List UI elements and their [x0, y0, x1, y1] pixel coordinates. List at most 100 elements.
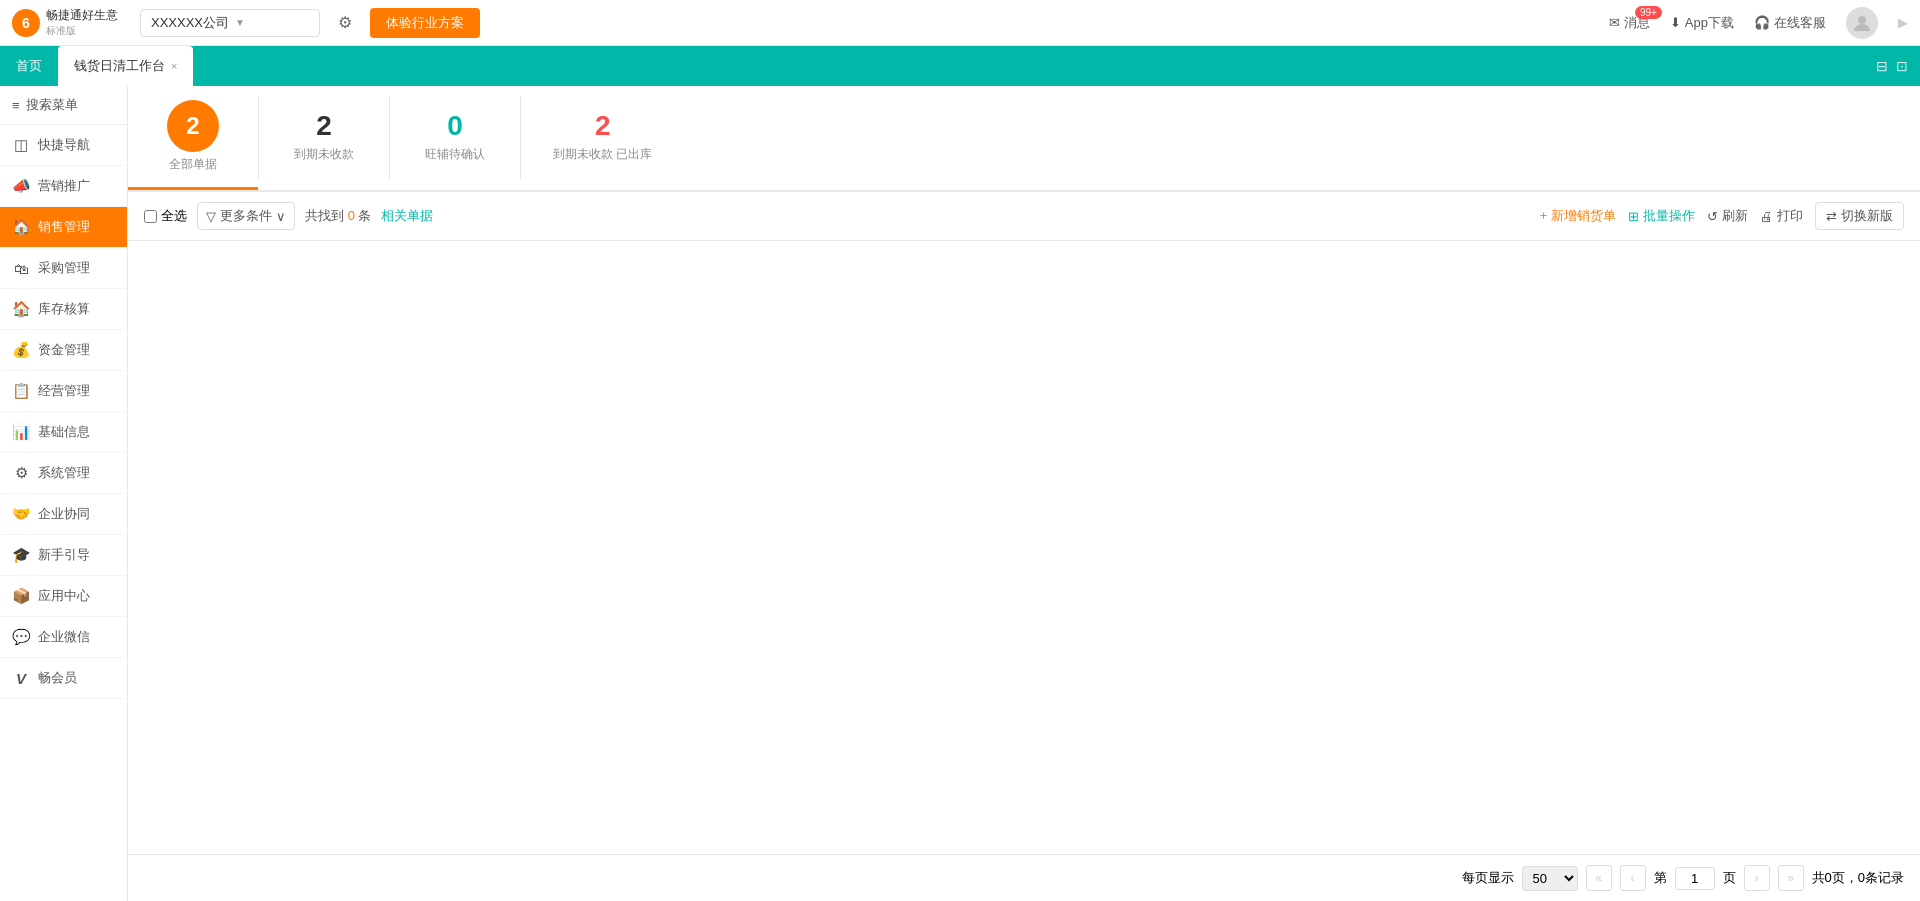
found-text: 共找到 0 条	[305, 207, 371, 225]
switch-version-button[interactable]: ⇄ 切换新版	[1815, 202, 1904, 230]
cooperation-icon: 🤝	[12, 505, 30, 523]
filter-button[interactable]: ▽ 更多条件 ∨	[197, 202, 295, 230]
finance-icon: 💰	[12, 341, 30, 359]
maximize-icon[interactable]: ⊡	[1896, 58, 1908, 74]
sidebar-item-basics[interactable]: 📊 基础信息	[0, 412, 127, 453]
toolbar: 全选 ▽ 更多条件 ∨ 共找到 0 条 相关单据 + 新增销货单 ⊞ 批	[128, 192, 1920, 241]
table-area	[128, 241, 1920, 854]
sidebar-item-cooperation[interactable]: 🤝 企业协同	[0, 494, 127, 535]
stat-pending-number: 0	[447, 110, 463, 142]
logo-area: 6 畅捷通好生意 标准版	[12, 8, 140, 37]
sidebar-item-guide[interactable]: 🎓 新手引导	[0, 535, 127, 576]
first-page-button[interactable]: «	[1586, 865, 1612, 891]
content-area: 2 全部单据 2 到期未收款 0 旺辅待确认 2 到期未收款 已出库	[128, 86, 1920, 901]
print-button[interactable]: 🖨 打印	[1760, 207, 1803, 225]
logo-text: 畅捷通好生意 标准版	[46, 8, 118, 37]
toolbar-left: 全选 ▽ 更多条件 ∨ 共找到 0 条 相关单据	[144, 202, 433, 230]
sidebar-search[interactable]: ≡ 搜索菜单	[0, 86, 127, 125]
trial-button[interactable]: 体验行业方案	[370, 8, 480, 38]
page-size-select[interactable]: 50 100 200	[1522, 866, 1578, 891]
page-input[interactable]	[1675, 867, 1715, 890]
batch-icon: ⊞	[1628, 209, 1639, 224]
purchase-icon: 🛍	[12, 260, 30, 277]
header-right: ✉ 消息 99+ ⬇ App下载 🎧 在线客服 ▶	[1609, 7, 1908, 39]
message-icon: ✉	[1609, 15, 1620, 30]
app-center-icon: 📦	[12, 587, 30, 605]
next-page-button[interactable]: ›	[1744, 865, 1770, 891]
sidebar-item-wechat[interactable]: 💬 企业微信	[0, 617, 127, 658]
marketing-icon: 📣	[12, 177, 30, 195]
total-label: 共0页，0条记录	[1812, 869, 1904, 887]
sidebar-item-operations[interactable]: 📋 经营管理	[0, 371, 127, 412]
select-all-checkbox[interactable]: 全选	[144, 207, 187, 225]
batch-operation-button[interactable]: ⊞ 批量操作	[1628, 207, 1695, 225]
sidebar-item-system[interactable]: ⚙ 系统管理	[0, 453, 127, 494]
inventory-icon: 🏠	[12, 300, 30, 318]
search-icon: ≡	[12, 98, 20, 113]
stat-all-number: 2	[167, 100, 219, 152]
stat-tab-all[interactable]: 2 全部单据	[128, 86, 258, 190]
guide-icon: 🎓	[12, 546, 30, 564]
stat-overdue-label: 到期未收款	[294, 146, 354, 163]
sidebar-item-purchase[interactable]: 🛍 采购管理	[0, 248, 127, 289]
sidebar-item-member[interactable]: V 畅会员	[0, 658, 127, 699]
stat-overdue-out-number: 2	[595, 110, 611, 142]
tab-right-actions: ⊟ ⊡	[1876, 58, 1920, 74]
tab-close-icon[interactable]: ×	[171, 60, 177, 72]
prev-page-button[interactable]: ‹	[1620, 865, 1646, 891]
operations-icon: 📋	[12, 382, 30, 400]
wechat-icon: 💬	[12, 628, 30, 646]
sidebar-item-quick-nav[interactable]: ◫ 快捷导航	[0, 125, 127, 166]
print-icon: 🖨	[1760, 209, 1773, 224]
toolbar-right: + 新增销货单 ⊞ 批量操作 ↺ 刷新 🖨 打印 ⇄ 切换新版	[1540, 202, 1904, 230]
new-sales-order-button[interactable]: + 新增销货单	[1540, 207, 1616, 225]
sales-icon: 🏠	[12, 218, 30, 236]
avatar[interactable]	[1846, 7, 1878, 39]
top-header: 6 畅捷通好生意 标准版 XXXXXX公司 ▼ ⚙ 体验行业方案 ✉ 消息 99…	[0, 0, 1920, 46]
stats-area: 2 全部单据 2 到期未收款 0 旺辅待确认 2 到期未收款 已出库	[128, 86, 1920, 192]
chevron-down-icon: ▼	[235, 17, 245, 28]
stat-overdue-number: 2	[316, 110, 332, 142]
member-icon: V	[12, 670, 30, 687]
last-page-button[interactable]: »	[1778, 865, 1804, 891]
user-name[interactable]: ▶	[1898, 15, 1908, 30]
svg-point-0	[1858, 16, 1866, 24]
message-button[interactable]: ✉ 消息 99+	[1609, 14, 1650, 32]
sidebar-item-app-center[interactable]: 📦 应用中心	[0, 576, 127, 617]
basics-icon: 📊	[12, 423, 30, 441]
minimize-icon[interactable]: ⊟	[1876, 58, 1888, 74]
tab-home[interactable]: 首页	[0, 46, 58, 86]
chevron-filter-icon: ∨	[276, 209, 286, 224]
stat-overdue-out-label: 到期未收款 已出库	[553, 146, 652, 163]
quick-nav-icon: ◫	[12, 136, 30, 154]
empty-state	[128, 241, 1920, 641]
system-icon: ⚙	[12, 464, 30, 482]
checkbox-input[interactable]	[144, 210, 157, 223]
found-count: 0	[348, 208, 355, 223]
tab-workbench[interactable]: 钱货日清工作台 ×	[58, 46, 193, 86]
switch-icon: ⇄	[1826, 209, 1837, 224]
stat-all-label: 全部单据	[169, 156, 217, 173]
app-download-button[interactable]: ⬇ App下载	[1670, 14, 1734, 32]
refresh-button[interactable]: ↺ 刷新	[1707, 207, 1748, 225]
sidebar-item-finance[interactable]: 💰 资金管理	[0, 330, 127, 371]
online-service-button[interactable]: 🎧 在线客服	[1754, 14, 1826, 32]
sidebar-item-sales[interactable]: 🏠 销售管理	[0, 207, 127, 248]
sidebar-item-marketing[interactable]: 📣 营销推广	[0, 166, 127, 207]
headset-icon: 🎧	[1754, 15, 1770, 30]
sidebar: ≡ 搜索菜单 ◫ 快捷导航 📣 营销推广 🏠 销售管理 🛍 采购管理 🏠 库存核…	[0, 86, 128, 901]
stat-tab-overdue-out[interactable]: 2 到期未收款 已出库	[521, 86, 684, 190]
company-selector[interactable]: XXXXXX公司 ▼	[140, 9, 320, 37]
related-records-link[interactable]: 相关单据	[381, 207, 433, 225]
stat-pending-label: 旺辅待确认	[425, 146, 485, 163]
main-layout: ≡ 搜索菜单 ◫ 快捷导航 📣 营销推广 🏠 销售管理 🛍 采购管理 🏠 库存核…	[0, 86, 1920, 901]
logo-icon: 6	[12, 9, 40, 37]
message-badge: 99+	[1635, 6, 1662, 19]
stat-tab-pending[interactable]: 0 旺辅待确认	[390, 86, 520, 190]
stat-tab-overdue[interactable]: 2 到期未收款	[259, 86, 389, 190]
sidebar-item-inventory[interactable]: 🏠 库存核算	[0, 289, 127, 330]
settings-icon[interactable]: ⚙	[330, 8, 360, 38]
filter-icon: ▽	[206, 209, 216, 224]
pagination: 每页显示 50 100 200 « ‹ 第 页 › » 共0页，0条记录	[128, 854, 1920, 901]
refresh-icon: ↺	[1707, 209, 1718, 224]
